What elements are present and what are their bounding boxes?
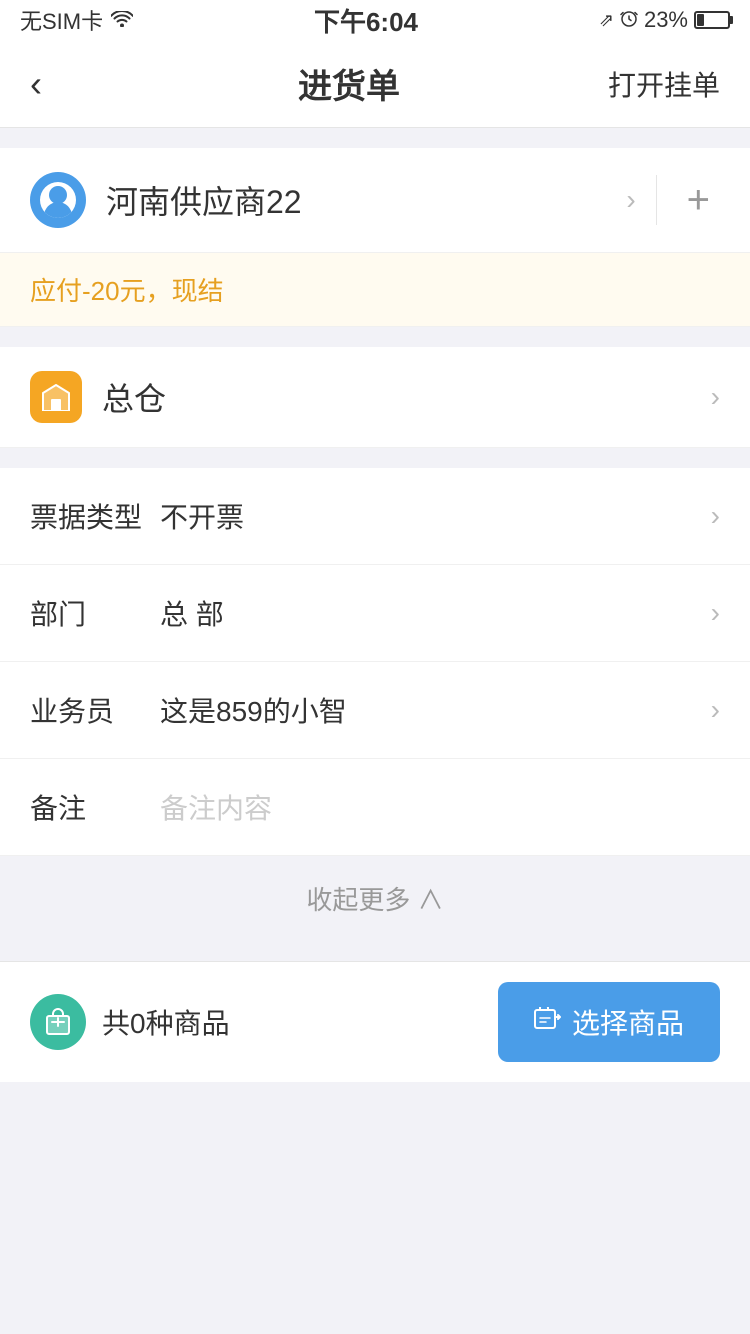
select-goods-icon [534,1006,562,1038]
nav-bar: ‹ 进货单 打开挂单 [0,40,750,128]
wifi-icon [111,7,133,33]
battery-icon [694,11,730,29]
form-card: 票据类型 不开票 › 部门 总 部 › 业务员 这是859的小智 › 备注 备注… [0,468,750,856]
location-icon: ⇗ [599,10,614,31]
invoice-type-row[interactable]: 票据类型 不开票 › [0,468,750,565]
supplier-name: 河南供应商22 [106,177,610,223]
invoice-type-chevron-icon: › [711,500,720,532]
salesperson-row[interactable]: 业务员 这是859的小智 › [0,662,750,759]
warehouse-name: 总仓 [102,374,695,420]
supplier-chevron-icon: › [626,184,635,216]
main-content: 河南供应商22 › + 应付-20元，现结 总仓 › 票据类型 不开票 › [0,128,750,1082]
remark-value[interactable]: 备注内容 [160,787,720,827]
section-divider-1 [0,128,750,148]
supplier-avatar [30,172,86,228]
salesperson-chevron-icon: › [711,694,720,726]
remark-label: 备注 [30,787,160,827]
select-goods-button[interactable]: 选择商品 [498,982,720,1062]
page-title: 进货单 [298,59,400,108]
department-value: 总 部 [160,593,695,633]
department-chevron-icon: › [711,597,720,629]
supplier-row[interactable]: 河南供应商22 › + [0,148,750,253]
salesperson-value: 这是859的小智 [160,690,695,730]
alarm-icon [620,7,638,33]
department-label: 部门 [30,593,160,633]
section-divider-3 [0,448,750,468]
section-divider-2 [0,327,750,347]
warehouse-row[interactable]: 总仓 › [0,347,750,448]
goods-bag-icon [30,994,86,1050]
section-divider-4 [0,941,750,961]
battery-percent: 23% [644,7,688,33]
back-button[interactable]: ‹ [30,63,90,105]
invoice-type-label: 票据类型 [30,496,160,536]
supplier-card: 河南供应商22 › + 应付-20元，现结 [0,148,750,327]
warehouse-icon [30,371,82,423]
status-right: ⇗ 23% [599,7,730,33]
select-goods-label: 选择商品 [572,1002,684,1042]
goods-count-text: 共0种商品 [102,1002,498,1042]
department-row[interactable]: 部门 总 部 › [0,565,750,662]
vertical-divider [656,175,657,225]
warehouse-chevron-icon: › [711,381,720,413]
remark-row[interactable]: 备注 备注内容 [0,759,750,856]
signal-text: 无SIM卡 [20,4,103,36]
add-supplier-button[interactable]: + [677,178,720,223]
open-pending-button[interactable]: 打开挂单 [608,64,720,104]
notice-row: 应付-20元，现结 [0,253,750,327]
status-time: 下午6:04 [314,2,418,39]
status-bar: 无SIM卡 下午6:04 ⇗ 23% [0,0,750,40]
salesperson-label: 业务员 [30,690,160,730]
status-left: 无SIM卡 [20,4,133,36]
bottom-action-row: 共0种商品 选择商品 [0,961,750,1082]
invoice-type-value: 不开票 [160,496,695,536]
collapse-button[interactable]: 收起更多 ∧ [0,856,750,941]
